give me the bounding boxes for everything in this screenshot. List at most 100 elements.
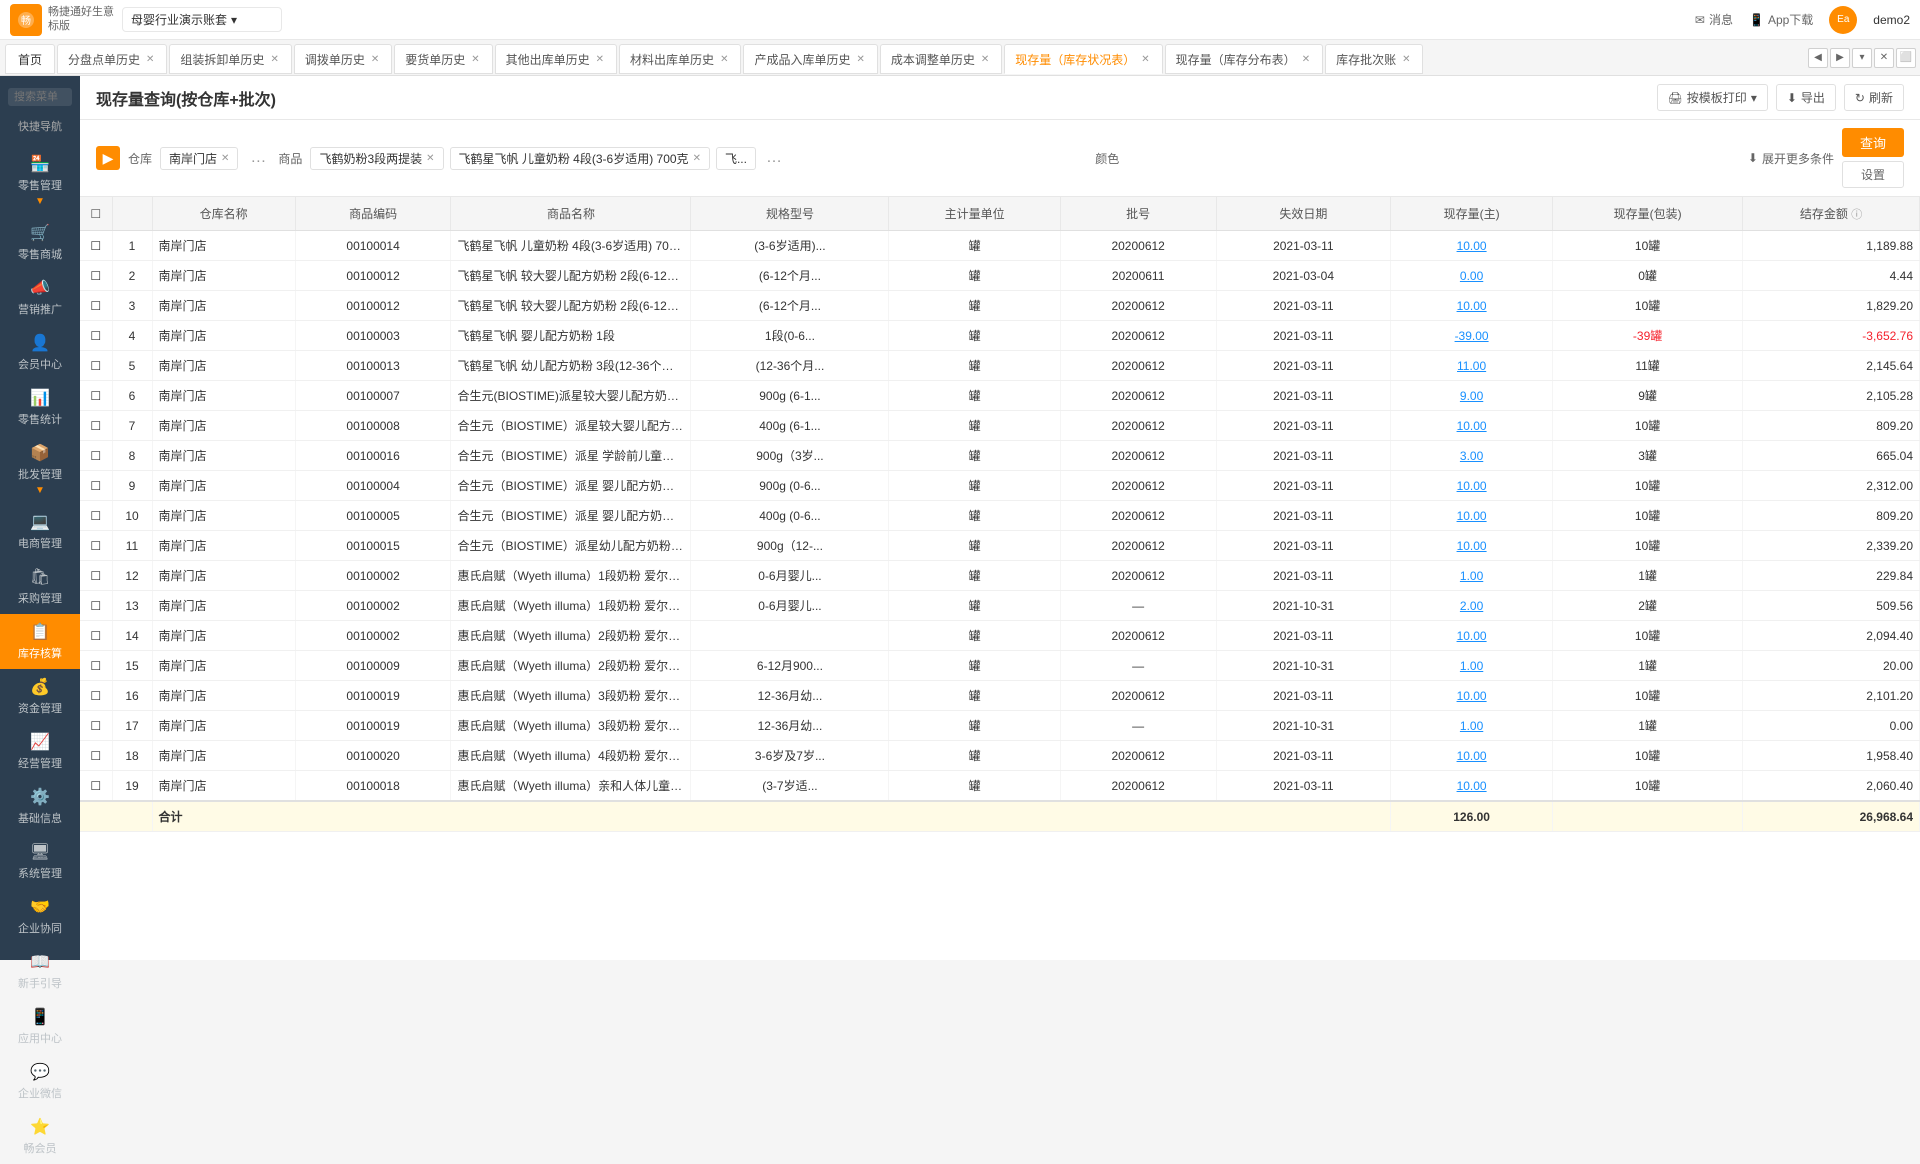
search-input[interactable] — [8, 88, 72, 106]
tab-zuchai[interactable]: 组装拆卸单历史 ✕ — [169, 44, 291, 74]
sidebar-item-base[interactable]: ⚙️ 基础信息 — [0, 779, 80, 834]
row-qty-main[interactable]: 1.00 — [1391, 711, 1553, 741]
row-qty-main[interactable]: 2.00 — [1391, 591, 1553, 621]
product-tag-1-close[interactable]: ✕ — [426, 153, 434, 164]
row-qty-main[interactable]: 10.00 — [1391, 531, 1553, 561]
row-qty-main[interactable]: 10.00 — [1391, 771, 1553, 802]
sidebar-item-corp[interactable]: 🤝 企业协同 — [0, 889, 80, 944]
message-btn[interactable]: ✉ 消息 — [1695, 11, 1733, 28]
row-qty-main[interactable]: 9.00 — [1391, 381, 1553, 411]
setting-btn[interactable]: 设置 — [1842, 161, 1904, 188]
row-checkbox[interactable]: ☐ — [80, 591, 112, 621]
row-qty-main[interactable]: 1.00 — [1391, 561, 1553, 591]
avatar[interactable]: Ea — [1829, 6, 1857, 34]
row-checkbox[interactable]: ☐ — [80, 531, 112, 561]
row-qty-main[interactable]: 10.00 — [1391, 291, 1553, 321]
row-checkbox[interactable]: ☐ — [80, 441, 112, 471]
warehouse-tag[interactable]: 南岸门店 ✕ — [160, 147, 238, 170]
tab-other-out[interactable]: 其他出库单历史 ✕ — [495, 44, 617, 74]
row-checkbox[interactable]: ☐ — [80, 711, 112, 741]
org-selector[interactable]: 母婴行业演示账套 ▾ — [122, 7, 282, 32]
product-tag-1[interactable]: 飞鹤奶粉3段两提装 ✕ — [310, 147, 443, 170]
row-checkbox[interactable]: ☐ — [80, 651, 112, 681]
sidebar-item-guide[interactable]: 📖 新手引导 — [0, 944, 80, 999]
warehouse-more[interactable]: … — [246, 150, 270, 166]
tab-close-cost-adj[interactable]: ✕ — [979, 53, 991, 66]
row-checkbox[interactable]: ☐ — [80, 501, 112, 531]
sidebar-item-store[interactable]: 🛒 零售商城 — [0, 215, 80, 270]
row-qty-main[interactable]: 1.00 — [1391, 651, 1553, 681]
row-checkbox[interactable]: ☐ — [80, 291, 112, 321]
tab-maximize-btn[interactable]: ⬜ — [1896, 48, 1916, 68]
tab-close-zuchai[interactable]: ✕ — [268, 53, 280, 66]
tab-tiaopai[interactable]: 调拨单历史 ✕ — [294, 44, 392, 74]
tab-material-out[interactable]: 材料出库单历史 ✕ — [619, 44, 741, 74]
tab-home[interactable]: 首页 — [5, 44, 55, 74]
row-qty-main[interactable]: 10.00 — [1391, 231, 1553, 261]
row-qty-main[interactable]: 10.00 — [1391, 741, 1553, 771]
row-qty-main[interactable]: 10.00 — [1391, 621, 1553, 651]
row-qty-main[interactable]: 0.00 — [1391, 261, 1553, 291]
sidebar-item-stats[interactable]: 📊 零售统计 — [0, 380, 80, 435]
tab-yaohuo[interactable]: 要货单历史 ✕ — [394, 44, 492, 74]
row-checkbox[interactable]: ☐ — [80, 381, 112, 411]
product-tag-2[interactable]: 飞鹤星飞帆 儿童奶粉 4段(3-6岁适用) 700克 ✕ — [450, 147, 710, 170]
tab-close-all-btn[interactable]: ✕ — [1874, 48, 1894, 68]
sidebar-item-purchase[interactable]: 🛍 采购管理 — [0, 559, 80, 614]
sidebar-item-marketing[interactable]: 📣 营销推广 — [0, 270, 80, 325]
tab-close-material-out[interactable]: ✕ — [718, 53, 730, 66]
tab-cost-adj[interactable]: 成本调整单历史 ✕ — [880, 44, 1002, 74]
table-container[interactable]: ☐ 仓库名称 商品编码 商品名称 规格型号 主计量单位 批号 失效日期 现存量(… — [80, 197, 1920, 960]
sidebar-item-wechat[interactable]: 💬 企业微信 — [0, 1054, 80, 1109]
row-qty-main[interactable]: 10.00 — [1391, 681, 1553, 711]
tab-close-product-in[interactable]: ✕ — [854, 53, 866, 66]
tab-close-batch-ledger[interactable]: ✕ — [1400, 53, 1412, 66]
refresh-btn[interactable]: ↻ 刷新 — [1844, 84, 1904, 111]
sidebar-item-retail[interactable]: 🏪 零售管理 ▼ — [0, 146, 80, 215]
sidebar-quick-nav[interactable]: 快捷导航 — [0, 110, 80, 138]
sidebar-item-wholesale[interactable]: 📦 批发管理 ▼ — [0, 435, 80, 504]
tab-close-fenku[interactable]: ✕ — [144, 53, 156, 66]
tab-close-tiaopai[interactable]: ✕ — [369, 53, 381, 66]
tab-close-other-out[interactable]: ✕ — [594, 53, 606, 66]
row-checkbox[interactable]: ☐ — [80, 231, 112, 261]
tab-menu-btn[interactable]: ▾ — [1852, 48, 1872, 68]
sidebar-item-vip[interactable]: ⭐ 畅会员 — [0, 1109, 80, 1164]
row-checkbox[interactable]: ☐ — [80, 261, 112, 291]
tab-close-yaohuo[interactable]: ✕ — [469, 53, 481, 66]
sidebar-item-ecommerce[interactable]: 💻 电商管理 — [0, 504, 80, 559]
sidebar-item-inventory[interactable]: 📋 库存核算 — [0, 614, 80, 669]
tab-batch-ledger[interactable]: 库存批次账 ✕ — [1325, 44, 1423, 74]
row-checkbox[interactable]: ☐ — [80, 351, 112, 381]
tab-product-in[interactable]: 产成品入库单历史 ✕ — [743, 44, 877, 74]
product-more[interactable]: … — [762, 150, 786, 166]
row-checkbox[interactable]: ☐ — [80, 681, 112, 711]
product-tag-3[interactable]: 飞... — [716, 147, 756, 170]
row-checkbox[interactable]: ☐ — [80, 621, 112, 651]
row-qty-main[interactable]: 10.00 — [1391, 411, 1553, 441]
sidebar-item-operations[interactable]: 📈 经营管理 — [0, 724, 80, 779]
sidebar-item-apps[interactable]: 📱 应用中心 — [0, 999, 80, 1054]
tab-inventory-dist[interactable]: 现存量（库存分布表） ✕ — [1165, 44, 1323, 74]
col-checkbox[interactable]: ☐ — [80, 197, 112, 231]
export-btn[interactable]: ⬇ 导出 — [1776, 84, 1836, 111]
tab-close-inv-status[interactable]: ✕ — [1139, 53, 1151, 66]
row-checkbox[interactable]: ☐ — [80, 411, 112, 441]
row-qty-main[interactable]: 10.00 — [1391, 471, 1553, 501]
row-qty-main[interactable]: -39.00 — [1391, 321, 1553, 351]
sidebar-item-finance[interactable]: 💰 资金管理 — [0, 669, 80, 724]
filter-expand-btn[interactable]: ▶ — [96, 146, 120, 170]
tab-inventory-status[interactable]: 现存量（库存状况表） ✕ — [1004, 44, 1162, 74]
row-checkbox[interactable]: ☐ — [80, 741, 112, 771]
row-checkbox[interactable]: ☐ — [80, 561, 112, 591]
app-download-btn[interactable]: 📱 App下载 — [1749, 11, 1813, 28]
sidebar-item-system[interactable]: 🖥 系统管理 — [0, 834, 80, 889]
sidebar-item-member[interactable]: 👤 会员中心 — [0, 325, 80, 380]
print-btn[interactable]: 🖨 按模板打印 ▾ — [1657, 84, 1768, 111]
warehouse-tag-close[interactable]: ✕ — [221, 153, 229, 164]
row-qty-main[interactable]: 11.00 — [1391, 351, 1553, 381]
query-btn[interactable]: 查询 — [1842, 128, 1904, 157]
row-qty-main[interactable]: 10.00 — [1391, 501, 1553, 531]
balance-info-icon[interactable]: ⓘ — [1851, 209, 1862, 221]
row-checkbox[interactable]: ☐ — [80, 771, 112, 802]
